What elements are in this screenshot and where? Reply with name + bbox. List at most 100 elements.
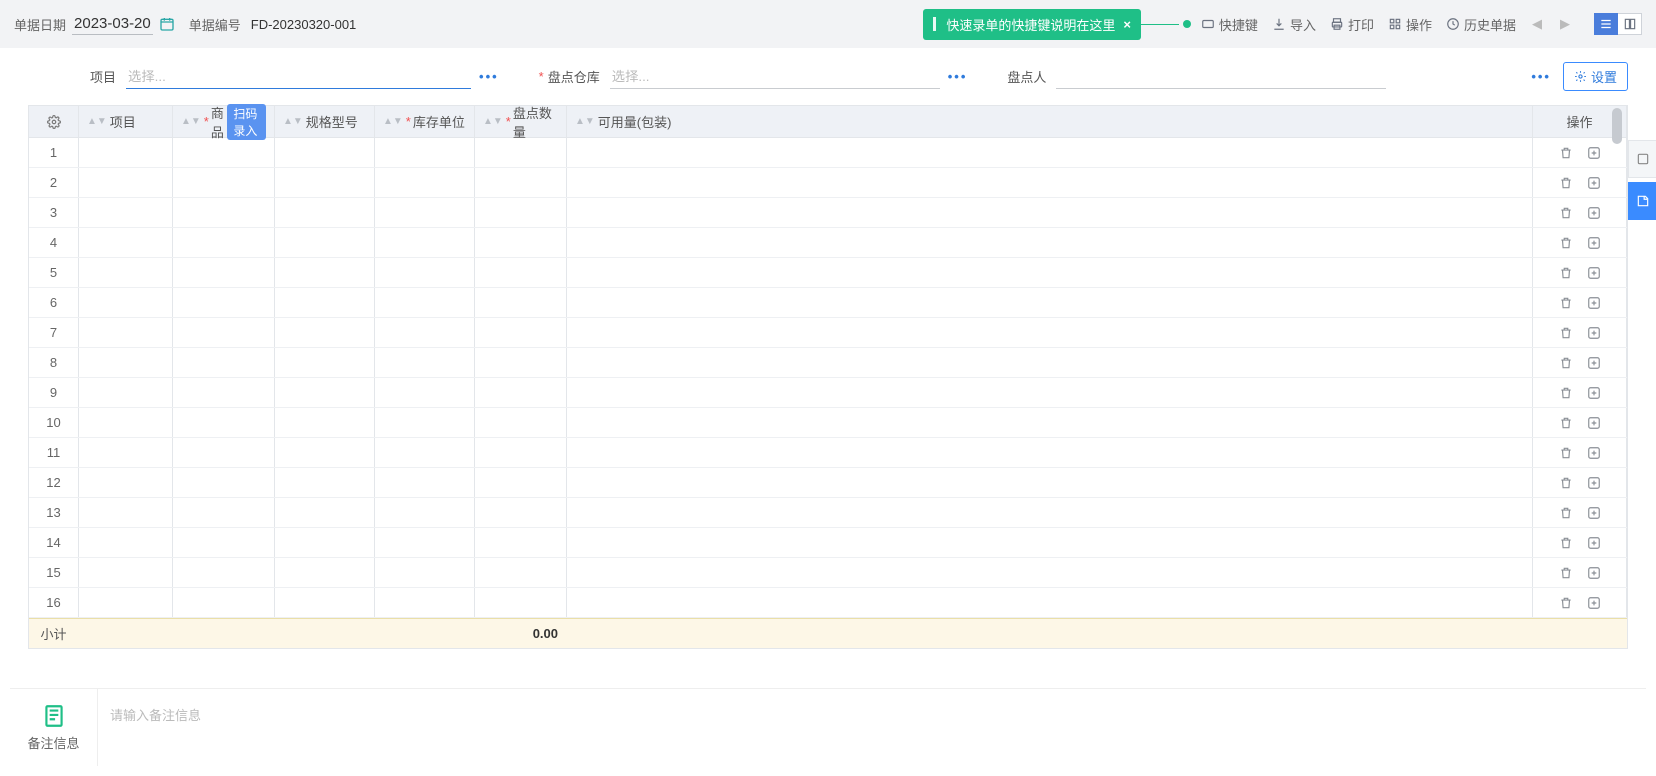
th-qty[interactable]: ▲▼*盘点数量 bbox=[475, 106, 567, 137]
cell-avail[interactable] bbox=[567, 408, 1533, 437]
column-config-icon[interactable] bbox=[29, 106, 79, 137]
delete-row-icon[interactable] bbox=[1559, 506, 1573, 520]
calendar-icon[interactable] bbox=[159, 16, 175, 32]
cell-product[interactable] bbox=[173, 138, 275, 167]
cell-project[interactable] bbox=[79, 408, 173, 437]
table-row[interactable]: 5 bbox=[29, 258, 1627, 288]
cell-spec[interactable] bbox=[275, 378, 375, 407]
cell-spec[interactable] bbox=[275, 408, 375, 437]
person-input[interactable] bbox=[1056, 65, 1386, 89]
add-row-icon[interactable] bbox=[1587, 476, 1601, 490]
cell-qty[interactable] bbox=[475, 468, 567, 497]
cell-unit[interactable] bbox=[375, 198, 475, 227]
cell-product[interactable] bbox=[173, 198, 275, 227]
cell-avail[interactable] bbox=[567, 378, 1533, 407]
shortcut-button[interactable]: 快捷键 bbox=[1201, 15, 1258, 34]
cell-avail[interactable] bbox=[567, 198, 1533, 227]
cell-spec[interactable] bbox=[275, 528, 375, 557]
add-row-icon[interactable] bbox=[1587, 206, 1601, 220]
cell-qty[interactable] bbox=[475, 288, 567, 317]
cell-qty[interactable] bbox=[475, 558, 567, 587]
cell-avail[interactable] bbox=[567, 528, 1533, 557]
table-row[interactable]: 9 bbox=[29, 378, 1627, 408]
cell-product[interactable] bbox=[173, 498, 275, 527]
project-more-icon[interactable]: ••• bbox=[479, 69, 499, 84]
warehouse-input[interactable] bbox=[610, 65, 940, 89]
cell-unit[interactable] bbox=[375, 228, 475, 257]
cell-unit[interactable] bbox=[375, 138, 475, 167]
cell-project[interactable] bbox=[79, 468, 173, 497]
cell-spec[interactable] bbox=[275, 558, 375, 587]
cell-unit[interactable] bbox=[375, 528, 475, 557]
cell-qty[interactable] bbox=[475, 318, 567, 347]
delete-row-icon[interactable] bbox=[1559, 176, 1573, 190]
th-project[interactable]: ▲▼项目 bbox=[79, 106, 173, 137]
cell-qty[interactable] bbox=[475, 528, 567, 557]
cell-product[interactable] bbox=[173, 318, 275, 347]
cell-qty[interactable] bbox=[475, 198, 567, 227]
table-row[interactable]: 3 bbox=[29, 198, 1627, 228]
cell-unit[interactable] bbox=[375, 258, 475, 287]
table-row[interactable]: 1 bbox=[29, 138, 1627, 168]
cell-qty[interactable] bbox=[475, 228, 567, 257]
cell-qty[interactable] bbox=[475, 588, 567, 617]
cell-project[interactable] bbox=[79, 438, 173, 467]
th-spec[interactable]: ▲▼规格型号 bbox=[275, 106, 375, 137]
cell-spec[interactable] bbox=[275, 588, 375, 617]
table-row[interactable]: 16 bbox=[29, 588, 1627, 618]
cell-spec[interactable] bbox=[275, 138, 375, 167]
add-row-icon[interactable] bbox=[1587, 146, 1601, 160]
cell-unit[interactable] bbox=[375, 378, 475, 407]
cell-project[interactable] bbox=[79, 288, 173, 317]
cell-avail[interactable] bbox=[567, 558, 1533, 587]
remark-input[interactable] bbox=[98, 689, 1646, 766]
cell-project[interactable] bbox=[79, 528, 173, 557]
cell-avail[interactable] bbox=[567, 348, 1533, 377]
cell-avail[interactable] bbox=[567, 138, 1533, 167]
cell-unit[interactable] bbox=[375, 408, 475, 437]
cell-qty[interactable] bbox=[475, 348, 567, 377]
table-row[interactable]: 6 bbox=[29, 288, 1627, 318]
delete-row-icon[interactable] bbox=[1559, 386, 1573, 400]
cell-product[interactable] bbox=[173, 168, 275, 197]
cell-unit[interactable] bbox=[375, 318, 475, 347]
side-tab-1[interactable] bbox=[1628, 140, 1656, 178]
cell-avail[interactable] bbox=[567, 288, 1533, 317]
cell-product[interactable] bbox=[173, 258, 275, 287]
cell-unit[interactable] bbox=[375, 168, 475, 197]
cell-project[interactable] bbox=[79, 318, 173, 347]
view-list-icon[interactable] bbox=[1594, 13, 1618, 35]
table-row[interactable]: 14 bbox=[29, 528, 1627, 558]
cell-unit[interactable] bbox=[375, 438, 475, 467]
delete-row-icon[interactable] bbox=[1559, 446, 1573, 460]
th-product[interactable]: ▲▼*商品扫码录入 bbox=[173, 106, 275, 137]
cell-spec[interactable] bbox=[275, 318, 375, 347]
table-row[interactable]: 12 bbox=[29, 468, 1627, 498]
cell-spec[interactable] bbox=[275, 168, 375, 197]
cell-project[interactable] bbox=[79, 228, 173, 257]
cell-qty[interactable] bbox=[475, 408, 567, 437]
add-row-icon[interactable] bbox=[1587, 176, 1601, 190]
side-tab-2[interactable] bbox=[1628, 182, 1656, 220]
cell-product[interactable] bbox=[173, 288, 275, 317]
delete-row-icon[interactable] bbox=[1559, 596, 1573, 610]
delete-row-icon[interactable] bbox=[1559, 146, 1573, 160]
delete-row-icon[interactable] bbox=[1559, 236, 1573, 250]
cell-qty[interactable] bbox=[475, 378, 567, 407]
add-row-icon[interactable] bbox=[1587, 536, 1601, 550]
cell-project[interactable] bbox=[79, 138, 173, 167]
th-unit[interactable]: ▲▼*库存单位 bbox=[375, 106, 475, 137]
cell-product[interactable] bbox=[173, 558, 275, 587]
cell-qty[interactable] bbox=[475, 438, 567, 467]
warehouse-more-icon[interactable]: ••• bbox=[948, 69, 968, 84]
cell-avail[interactable] bbox=[567, 228, 1533, 257]
table-row[interactable]: 11 bbox=[29, 438, 1627, 468]
cell-unit[interactable] bbox=[375, 498, 475, 527]
delete-row-icon[interactable] bbox=[1559, 296, 1573, 310]
project-input[interactable] bbox=[126, 65, 471, 89]
cell-spec[interactable] bbox=[275, 498, 375, 527]
cell-product[interactable] bbox=[173, 408, 275, 437]
table-row[interactable]: 13 bbox=[29, 498, 1627, 528]
table-row[interactable]: 10 bbox=[29, 408, 1627, 438]
cell-product[interactable] bbox=[173, 348, 275, 377]
